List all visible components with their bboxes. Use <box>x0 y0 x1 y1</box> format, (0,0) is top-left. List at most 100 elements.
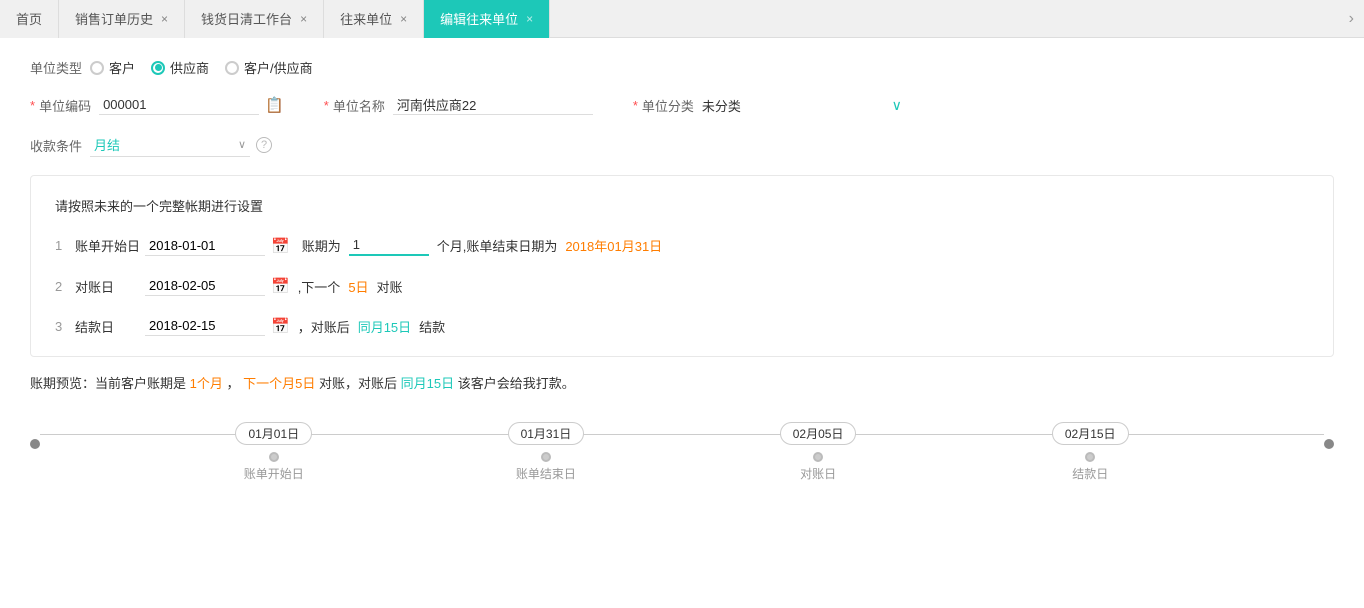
unit-category-required: * <box>633 98 638 113</box>
tab-cash-work[interactable]: 钱货日清工作台 × <box>185 0 324 38</box>
period-box-title: 请按照未来的一个完整帐期进行设置 <box>55 196 1309 215</box>
radio-customer-circle <box>90 61 104 75</box>
timeline-node-4-dot <box>1085 452 1095 462</box>
timeline-end-dot <box>1324 422 1334 449</box>
radio-customer-label: 客户 <box>109 58 135 77</box>
unit-code-required: * <box>30 98 35 113</box>
period-row-2-label: 对账日 <box>75 277 145 296</box>
tab-home[interactable]: 首页 <box>0 0 59 38</box>
period-row-2-num: 2 <box>55 279 75 294</box>
unit-code-input[interactable] <box>99 95 259 115</box>
payment-day-highlight: 同月15日 <box>358 317 411 336</box>
period-row-2-prefix: ,下一个 <box>298 277 341 296</box>
preview-part3: 同月15日 <box>401 376 454 391</box>
unit-name-required: * <box>324 98 329 113</box>
timeline-node-1: 01月01日 账单开始日 <box>235 422 312 482</box>
unit-type-label: 单位类型 <box>30 58 82 77</box>
unit-type-radio-group: 客户 供应商 客户/供应商 <box>90 58 313 77</box>
unit-category-value: 未分类 <box>702 96 892 115</box>
unit-code-copy-icon[interactable]: 📋 <box>265 96 284 114</box>
timeline-section: 01月01日 账单开始日 01月31日 账单结束日 02月05日 对账日 02月… <box>30 412 1334 512</box>
payment-terms-row: 收款条件 月结 ∨ ? <box>30 133 1334 157</box>
account-start-date-input[interactable] <box>145 236 265 256</box>
unit-category-field: * 单位分类 未分类 ∨ <box>633 96 902 115</box>
unit-category-label: 单位分类 <box>642 96 694 115</box>
timeline-node-2-label: 01月31日 <box>508 422 585 445</box>
preview-part2: 下一个月5日 <box>243 376 315 391</box>
unit-name-field: * 单位名称 <box>324 95 593 115</box>
period-row-1: 1 账单开始日 📅 账期为 个月,账单结束日期为 2018年01月31日 <box>55 235 1309 256</box>
timeline-node-3: 02月05日 对账日 <box>780 422 857 482</box>
period-settings-box: 请按照未来的一个完整帐期进行设置 1 账单开始日 📅 账期为 个月,账单结束日期… <box>30 175 1334 357</box>
period-row-1-suffix: 个月,账单结束日期为 <box>437 236 558 255</box>
timeline-node-4-sublabel: 结款日 <box>1072 465 1108 482</box>
reconcile-date-input[interactable] <box>145 276 265 296</box>
timeline-node-2-sublabel: 账单结束日 <box>516 465 576 482</box>
close-partner-unit-icon[interactable]: × <box>400 12 407 26</box>
period-row-1-prefix: 账期为 <box>302 236 341 255</box>
tabs-scroll-arrow[interactable]: › <box>1339 10 1364 28</box>
timeline-node-4-label: 02月15日 <box>1052 422 1129 445</box>
close-edit-partner-icon[interactable]: × <box>526 12 533 26</box>
radio-customer[interactable]: 客户 <box>90 58 135 77</box>
timeline-node-3-sublabel: 对账日 <box>800 465 836 482</box>
unit-category-dropdown[interactable]: 未分类 ∨ <box>702 96 902 115</box>
main-content: 单位类型 客户 供应商 客户/供应商 * 单位编码 📋 * <box>0 38 1364 608</box>
timeline-node-1-label: 01月01日 <box>235 422 312 445</box>
radio-customer-supplier-label: 客户/供应商 <box>244 58 313 77</box>
unit-info-row: * 单位编码 📋 * 单位名称 * 单位分类 未分类 ∨ <box>30 95 1334 115</box>
period-row-3-suffix: 结款 <box>419 317 445 336</box>
timeline-node-1-dot <box>269 452 279 462</box>
period-row-2-suffix: 对账 <box>377 277 403 296</box>
radio-supplier-circle <box>151 61 165 75</box>
unit-code-field: * 单位编码 📋 <box>30 95 284 115</box>
payment-terms-arrow-icon: ∨ <box>238 138 246 151</box>
unit-code-label: 单位编码 <box>39 96 91 115</box>
radio-supplier-label: 供应商 <box>170 58 209 77</box>
reconcile-day-highlight: 5日 <box>348 277 368 296</box>
preview-text1: ， <box>227 376 240 391</box>
preview-text2: 对账，对账后 <box>319 376 397 391</box>
period-row-1-label: 账单开始日 <box>75 236 145 255</box>
preview-text-row: 账期预览：当前客户账期是 1个月 ， 下一个月5日 对账，对账后 同月15日 该… <box>30 373 1334 392</box>
period-row-3: 3 结款日 📅 ，对账后 同月15日 结款 <box>55 316 1309 336</box>
account-end-date-highlight: 2018年01月31日 <box>565 236 662 255</box>
close-cash-work-icon[interactable]: × <box>300 12 307 26</box>
unit-category-arrow-icon: ∨ <box>892 97 902 114</box>
tab-sales-history[interactable]: 销售订单历史 × <box>59 0 185 38</box>
timeline-node-2-dot <box>541 452 551 462</box>
timeline-node-3-dot <box>813 452 823 462</box>
period-row-3-num: 3 <box>55 319 75 334</box>
timeline-node-3-label: 02月05日 <box>780 422 857 445</box>
radio-supplier[interactable]: 供应商 <box>151 58 209 77</box>
preview-text3: 该客户会给我打款。 <box>458 376 575 391</box>
unit-name-input[interactable] <box>393 95 593 115</box>
timeline-node-1-sublabel: 账单开始日 <box>244 465 304 482</box>
tab-partner-unit[interactable]: 往来单位 × <box>324 0 424 38</box>
payment-terms-dropdown[interactable]: 月结 ∨ <box>90 133 250 157</box>
period-months-input[interactable] <box>349 235 429 256</box>
reconcile-date-calendar-icon[interactable]: 📅 <box>271 277 290 295</box>
payment-terms-value: 月结 <box>94 135 238 154</box>
payment-date-calendar-icon[interactable]: 📅 <box>271 317 290 335</box>
close-sales-history-icon[interactable]: × <box>161 12 168 26</box>
period-row-3-prefix: ，对账后 <box>298 317 350 336</box>
payment-terms-help-icon[interactable]: ? <box>256 137 272 153</box>
tabs-bar: 首页 销售订单历史 × 钱货日清工作台 × 往来单位 × 编辑往来单位 × › <box>0 0 1364 38</box>
account-start-date-calendar-icon[interactable]: 📅 <box>271 237 290 255</box>
timeline-start-circle <box>30 439 40 449</box>
preview-part1: 1个月 <box>190 376 223 391</box>
timeline-start-dot <box>30 422 40 449</box>
preview-label: 账期预览：当前客户账期是 <box>30 376 186 391</box>
period-row-3-label: 结款日 <box>75 317 145 336</box>
tab-edit-partner[interactable]: 编辑往来单位 × <box>424 0 550 38</box>
unit-name-label: 单位名称 <box>333 96 385 115</box>
timeline-end-circle <box>1324 439 1334 449</box>
unit-type-row: 单位类型 客户 供应商 客户/供应商 <box>30 58 1334 77</box>
period-row-1-num: 1 <box>55 238 75 253</box>
radio-customer-supplier[interactable]: 客户/供应商 <box>225 58 313 77</box>
radio-customer-supplier-circle <box>225 61 239 75</box>
period-row-2: 2 对账日 📅 ,下一个 5日 对账 <box>55 276 1309 296</box>
payment-date-input[interactable] <box>145 316 265 336</box>
payment-terms-label: 收款条件 <box>30 136 82 155</box>
